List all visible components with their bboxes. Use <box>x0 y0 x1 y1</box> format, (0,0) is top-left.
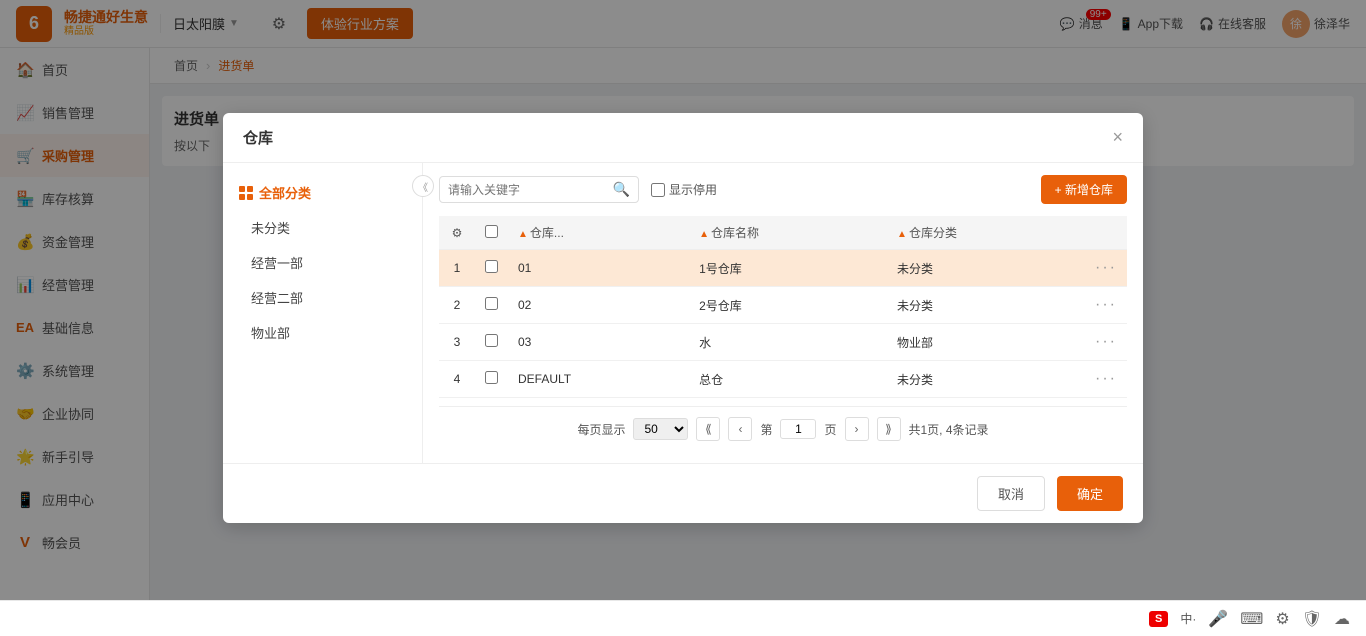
page-last-button[interactable]: ⟫ <box>877 417 901 441</box>
category-all[interactable]: 全部分类 <box>223 175 422 210</box>
cancel-button[interactable]: 取消 <box>977 476 1045 511</box>
category-all-label: 全部分类 <box>259 183 311 202</box>
row-action-3[interactable]: ··· <box>1095 333 1117 350</box>
page-number-input[interactable] <box>780 419 816 439</box>
row-action-1[interactable]: ··· <box>1095 259 1117 276</box>
row-category-1: 未分类 <box>887 250 1085 287</box>
taskbar-label: 中· <box>1180 610 1196 627</box>
taskbar: S 中· 🎤 ⌨ ⚙ 🛡 ☁ <box>0 600 1366 636</box>
row-name-4: 总仓 <box>689 361 887 398</box>
modal-close-button[interactable]: × <box>1112 127 1123 148</box>
row-name-2: 2号仓库 <box>689 287 887 324</box>
confirm-button[interactable]: 确定 <box>1057 476 1123 511</box>
modal-footer: 取消 确定 <box>223 463 1143 523</box>
row-checkbox-1[interactable] <box>485 260 498 273</box>
row-category-2: 未分类 <box>887 287 1085 324</box>
grid-icon <box>239 186 253 200</box>
category-item-unclassified[interactable]: 未分类 <box>223 210 422 245</box>
sort-category-icon: ▲ <box>897 229 907 240</box>
pagination: 每页显示 50 10 20 100 ⟪ ‹ 第 页 › ⟫ 共1页, 4条记录 <box>439 406 1127 451</box>
row-num-3: 3 <box>439 324 475 361</box>
modal-header: 仓库 × <box>223 113 1143 163</box>
modal-overlay: 仓库 × 《 全部分类 未分类 经营一部 经营二部 物业部 <box>0 0 1366 636</box>
th-category: ▲仓库分类 <box>887 216 1085 250</box>
category-item-property[interactable]: 物业部 <box>223 315 422 350</box>
row-checkbox-3[interactable] <box>485 334 498 347</box>
modal-table-panel: 🔍 显示停用 + 新增仓库 ⚙ <box>423 163 1143 463</box>
sort-name-icon: ▲ <box>699 229 709 240</box>
microphone-icon[interactable]: 🎤 <box>1208 609 1228 629</box>
table-row: 3 03 水 物业部 ··· <box>439 324 1127 361</box>
category-item-op2[interactable]: 经营二部 <box>223 280 422 315</box>
row-checkbox-2[interactable] <box>485 297 498 310</box>
row-dots-1: ··· <box>1085 250 1127 287</box>
table-header: ⚙ ▲仓库... ▲仓库名称 ▲仓库分类 <box>439 216 1127 250</box>
taskbar-settings-icon[interactable]: ⚙ <box>1275 609 1289 629</box>
warehouse-modal: 仓库 × 《 全部分类 未分类 经营一部 经营二部 物业部 <box>223 113 1143 523</box>
row-dots-3: ··· <box>1085 324 1127 361</box>
search-icon: 🔍 <box>613 181 630 198</box>
row-num-2: 2 <box>439 287 475 324</box>
th-checkbox <box>475 216 508 250</box>
row-check-4 <box>475 361 508 398</box>
taskbar-shield-icon[interactable]: 🛡 <box>1302 609 1322 629</box>
sort-code-icon: ▲ <box>518 229 528 240</box>
table-body: 1 01 1号仓库 未分类 ··· 2 02 2 <box>439 250 1127 398</box>
page-next-button[interactable]: › <box>845 417 869 441</box>
row-action-4[interactable]: ··· <box>1095 370 1117 387</box>
row-name-3: 水 <box>689 324 887 361</box>
row-num-4: 4 <box>439 361 475 398</box>
th-name: ▲仓库名称 <box>689 216 887 250</box>
row-code-3: 03 <box>508 324 689 361</box>
row-code-2: 02 <box>508 287 689 324</box>
modal-toolbar: 🔍 显示停用 + 新增仓库 <box>439 175 1127 204</box>
search-box: 🔍 <box>439 176 639 203</box>
row-action-2[interactable]: ··· <box>1095 296 1117 313</box>
select-all-checkbox[interactable] <box>485 225 498 238</box>
show-disabled-label: 显示停用 <box>651 181 717 198</box>
row-check-2 <box>475 287 508 324</box>
row-num-1: 1 <box>439 250 475 287</box>
modal-title: 仓库 <box>243 127 273 148</box>
row-category-3: 物业部 <box>887 324 1085 361</box>
row-code-1: 01 <box>508 250 689 287</box>
row-dots-4: ··· <box>1085 361 1127 398</box>
th-code: ▲仓库... <box>508 216 689 250</box>
row-name-1: 1号仓库 <box>689 250 887 287</box>
category-item-op1[interactable]: 经营一部 <box>223 245 422 280</box>
table-row: 4 DEFAULT 总仓 未分类 ··· <box>439 361 1127 398</box>
table-row: 1 01 1号仓库 未分类 ··· <box>439 250 1127 287</box>
page-first-button[interactable]: ⟪ <box>696 417 720 441</box>
search-input[interactable] <box>448 183 607 197</box>
row-check-1 <box>475 250 508 287</box>
show-disabled-text: 显示停用 <box>669 181 717 198</box>
th-actions <box>1085 216 1127 250</box>
row-dots-2: ··· <box>1085 287 1127 324</box>
show-disabled-checkbox[interactable] <box>651 183 665 197</box>
table-row: 2 02 2号仓库 未分类 ··· <box>439 287 1127 324</box>
row-check-3 <box>475 324 508 361</box>
panel-collapse-button[interactable]: 《 <box>412 175 434 197</box>
taskbar-weather-icon[interactable]: ☁ <box>1334 609 1350 629</box>
warehouse-table: ⚙ ▲仓库... ▲仓库名称 ▲仓库分类 <box>439 216 1127 398</box>
page-size-label: 每页显示 <box>577 421 625 438</box>
keyboard-icon[interactable]: ⌨ <box>1240 609 1263 629</box>
page-size-select[interactable]: 50 10 20 100 <box>633 418 688 440</box>
page-label: 第 <box>760 421 772 438</box>
add-warehouse-button[interactable]: + 新增仓库 <box>1041 175 1127 204</box>
taskbar-logo: S <box>1149 611 1168 627</box>
row-category-4: 未分类 <box>887 361 1085 398</box>
modal-category-panel: 《 全部分类 未分类 经营一部 经营二部 物业部 <box>223 163 423 463</box>
row-checkbox-4[interactable] <box>485 371 498 384</box>
page-prev-button[interactable]: ‹ <box>728 417 752 441</box>
modal-body: 《 全部分类 未分类 经营一部 经营二部 物业部 🔍 <box>223 163 1143 463</box>
table-scroll-area: ⚙ ▲仓库... ▲仓库名称 ▲仓库分类 <box>439 216 1127 398</box>
page-suffix: 页 <box>824 421 836 438</box>
total-info: 共1页, 4条记录 <box>909 421 989 438</box>
th-settings: ⚙ <box>439 216 475 250</box>
row-code-4: DEFAULT <box>508 361 689 398</box>
